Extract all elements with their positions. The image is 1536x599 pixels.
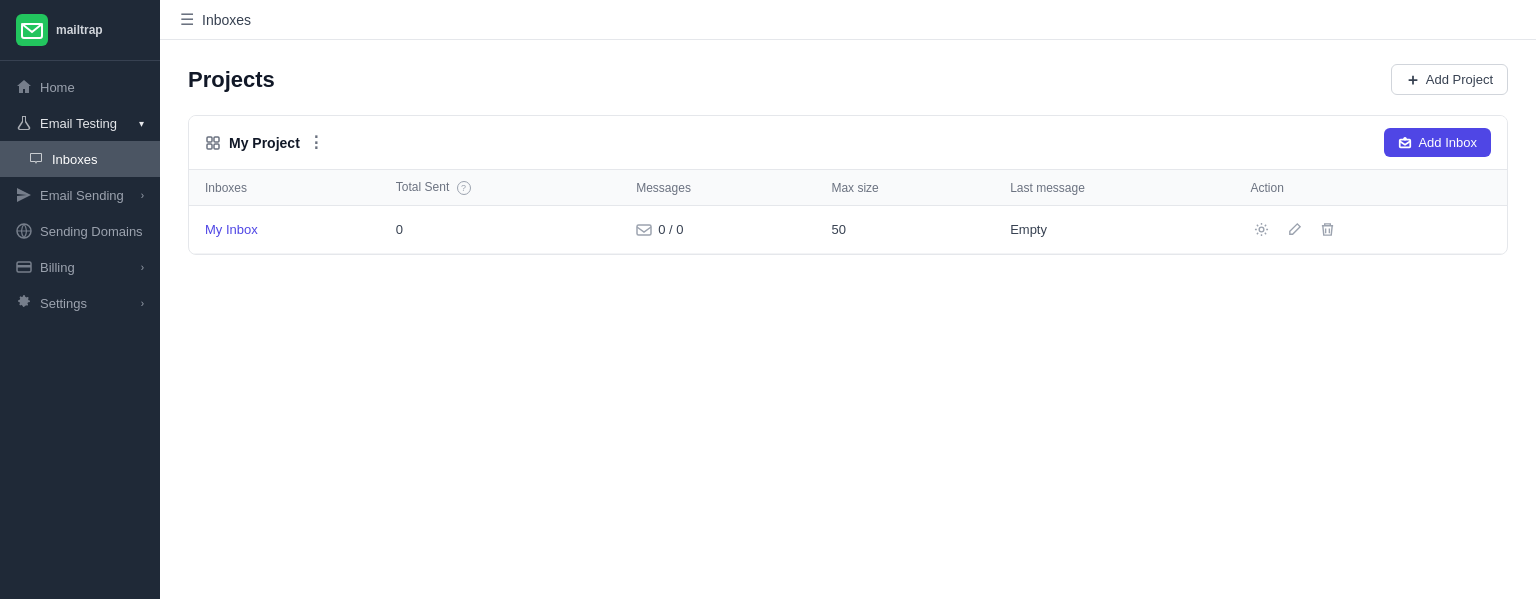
add-project-label: Add Project [1426, 72, 1493, 87]
email-testing-chevron-icon: ▾ [139, 118, 144, 129]
total-sent-help-icon: ? [457, 181, 471, 195]
svg-rect-9 [1400, 139, 1411, 147]
envelope-icon [636, 224, 652, 236]
logo-text: mailtrap [56, 23, 103, 37]
globe-icon [16, 223, 32, 239]
flask-icon [16, 115, 32, 131]
add-project-button[interactable]: Add Project [1391, 64, 1508, 95]
delete-action-button[interactable] [1316, 218, 1339, 241]
inbox-link[interactable]: My Inbox [205, 222, 258, 237]
project-more-icon[interactable]: ⋮ [308, 133, 324, 152]
mailtrap-logo-icon [16, 14, 48, 46]
sidebar-item-inboxes-label: Inboxes [52, 152, 98, 167]
inbox-icon [28, 151, 44, 167]
sidebar-item-billing[interactable]: Billing › [0, 249, 160, 285]
cell-total-sent: 0 [380, 206, 620, 254]
cell-last-message: Empty [994, 206, 1234, 254]
table-row: My Inbox 0 0 / 0 50 [189, 206, 1507, 254]
svg-rect-8 [214, 144, 219, 149]
sidebar-item-home[interactable]: Home [0, 69, 160, 105]
page-title: Projects [188, 67, 275, 93]
cell-inbox-name: My Inbox [189, 206, 380, 254]
sidebar-item-email-testing[interactable]: Email Testing ▾ [0, 105, 160, 141]
sidebar-item-settings-label: Settings [40, 296, 87, 311]
add-inbox-label: Add Inbox [1418, 135, 1477, 150]
sidebar-item-sending-domains-label: Sending Domains [40, 224, 143, 239]
project-icon [205, 135, 221, 151]
sidebar-item-billing-label: Billing [40, 260, 75, 275]
sidebar-item-email-sending[interactable]: Email Sending › [0, 177, 160, 213]
col-last-message: Last message [994, 170, 1234, 206]
cell-messages: 0 / 0 [620, 206, 815, 254]
sidebar-item-email-testing-label: Email Testing [40, 116, 117, 131]
inbox-table: Inboxes Total Sent ? Messages Max size [189, 170, 1507, 254]
credit-card-icon [16, 259, 32, 275]
settings-icon [16, 295, 32, 311]
gear-icon [1254, 222, 1269, 237]
sidebar-nav: Home Email Testing ▾ Inboxes Email Sendi… [0, 61, 160, 599]
add-inbox-button[interactable]: Add Inbox [1384, 128, 1491, 157]
action-icons [1250, 218, 1491, 241]
svg-rect-7 [207, 144, 212, 149]
table-body: My Inbox 0 0 / 0 50 [189, 206, 1507, 254]
logo-area: mailtrap [0, 0, 160, 61]
col-total-sent: Total Sent ? [380, 170, 620, 206]
col-action: Action [1234, 170, 1507, 206]
project-title: My Project ⋮ [205, 133, 324, 152]
svg-rect-4 [17, 265, 31, 268]
trash-icon [1320, 222, 1335, 237]
svg-point-11 [1260, 227, 1265, 232]
svg-rect-6 [214, 137, 219, 142]
settings-chevron-icon: › [141, 298, 144, 309]
topbar: ☰ Inboxes [160, 0, 1536, 40]
sidebar-item-settings[interactable]: Settings › [0, 285, 160, 321]
col-max-size: Max size [815, 170, 994, 206]
home-icon [16, 79, 32, 95]
send-icon [16, 187, 32, 203]
table-head: Inboxes Total Sent ? Messages Max size [189, 170, 1507, 206]
billing-chevron-icon: › [141, 262, 144, 273]
topbar-title: Inboxes [202, 12, 251, 28]
project-card-header: My Project ⋮ Add Inbox [189, 116, 1507, 170]
add-project-icon [1406, 73, 1420, 87]
svg-rect-0 [16, 14, 48, 46]
add-inbox-icon [1398, 136, 1412, 150]
page-body: Projects Add Project My Project ⋮ Add In… [160, 40, 1536, 599]
table-header-row: Inboxes Total Sent ? Messages Max size [189, 170, 1507, 206]
project-name: My Project [229, 135, 300, 151]
col-messages: Messages [620, 170, 815, 206]
sidebar-item-inboxes[interactable]: Inboxes [0, 141, 160, 177]
cell-max-size: 50 [815, 206, 994, 254]
pencil-icon [1287, 222, 1302, 237]
svg-rect-10 [637, 225, 651, 235]
col-inboxes: Inboxes [189, 170, 380, 206]
sidebar-item-sending-domains[interactable]: Sending Domains [0, 213, 160, 249]
page-header: Projects Add Project [188, 64, 1508, 95]
edit-action-button[interactable] [1283, 218, 1306, 241]
settings-action-button[interactable] [1250, 218, 1273, 241]
cell-actions [1234, 206, 1507, 254]
messages-count: 0 / 0 [658, 222, 683, 237]
main-content: ☰ Inboxes Projects Add Project My Projec… [160, 0, 1536, 599]
email-sending-chevron-icon: › [141, 190, 144, 201]
project-card: My Project ⋮ Add Inbox Inboxes To [188, 115, 1508, 255]
sidebar: mailtrap Home Email Testing ▾ Inboxes Em… [0, 0, 160, 599]
messages-cell: 0 / 0 [636, 222, 799, 237]
sidebar-item-email-sending-label: Email Sending [40, 188, 124, 203]
svg-rect-5 [207, 137, 212, 142]
sidebar-item-home-label: Home [40, 80, 75, 95]
hamburger-icon[interactable]: ☰ [180, 10, 194, 29]
